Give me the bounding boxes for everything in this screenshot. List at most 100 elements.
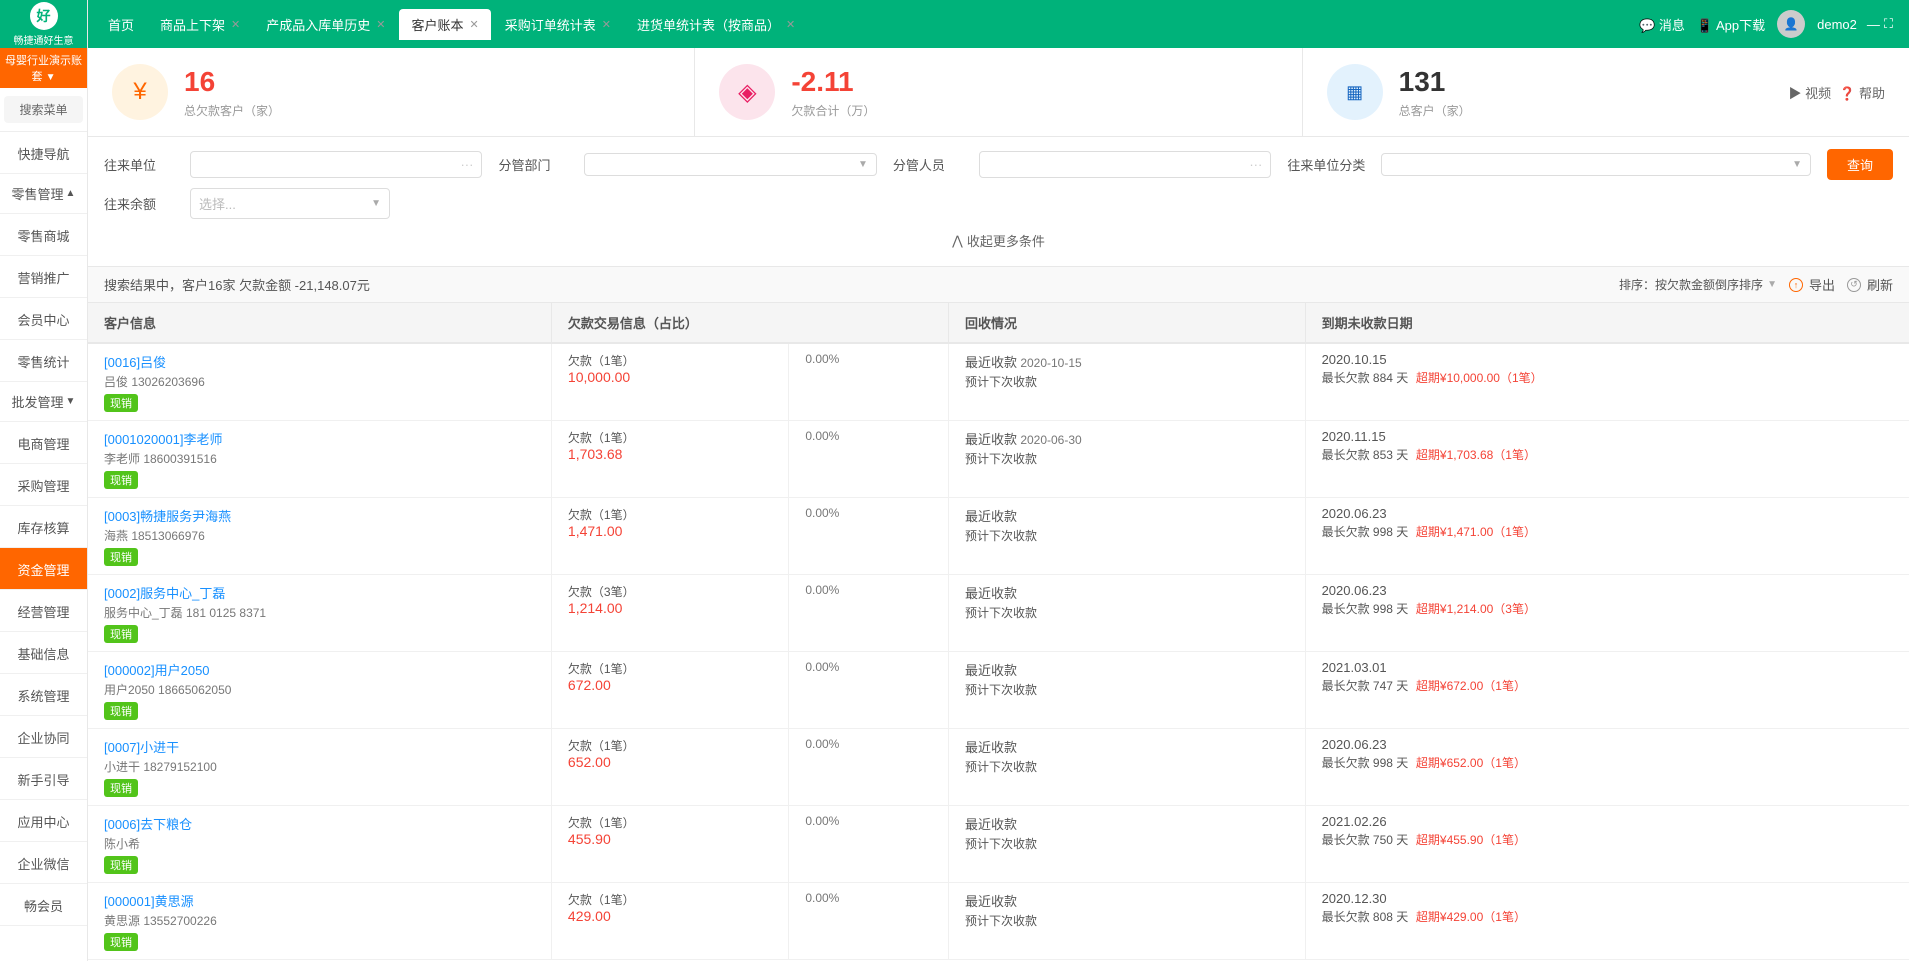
tab-warehouse-history[interactable]: 产成品入库单历史 ✕ <box>254 9 397 40</box>
table-row: [0003]畅捷服务尹海燕 海燕 18513066976 现销 欠款（1笔） 1… <box>88 498 1909 575</box>
sidebar-item-inventory[interactable]: 库存核算 <box>0 506 87 548</box>
refresh-btn[interactable]: ↺ 刷新 <box>1847 275 1893 294</box>
due-date-6: 2021.02.26 <box>1322 814 1893 829</box>
next-collection-2: 预计下次收款 <box>965 527 1289 544</box>
filter-classify-arrow: ▼ <box>1792 159 1802 170</box>
sidebar-item-wechat[interactable]: 企业微信 <box>0 842 87 884</box>
filter-label-classify: 往来单位分类 <box>1287 155 1365 174</box>
search-menu-area[interactable]: 搜索菜单 <box>0 88 87 132</box>
sidebar-item-retail-stats[interactable]: 零售统计 <box>0 340 87 382</box>
debt-amount-3[interactable]: 1,214.00 <box>568 600 772 616</box>
cell-debt-1: 欠款（1笔） 1,703.68 <box>551 421 788 498</box>
customer-name-link-2[interactable]: [0003]畅捷服务尹海燕 <box>104 506 535 525</box>
search-menu-button[interactable]: 搜索菜单 <box>4 96 83 123</box>
tab-close-3[interactable]: ✕ <box>470 18 479 31</box>
tab-product-listing[interactable]: 商品上下架 ✕ <box>148 9 252 40</box>
sidebar-item-appcenter[interactable]: 应用中心 <box>0 800 87 842</box>
customer-tag-5: 现销 <box>104 779 138 797</box>
debt-amount-7[interactable]: 429.00 <box>568 908 772 924</box>
tab-customer-account[interactable]: 客户账本 ✕ <box>399 9 490 40</box>
stat-icon-customers: ¥ <box>112 64 168 120</box>
debt-amount-0[interactable]: 10,000.00 <box>568 369 772 385</box>
customer-name-link-3[interactable]: [0002]服务中心_丁磊 <box>104 583 535 602</box>
cell-due-6: 2021.02.26 最长欠款 750 天 超期¥455.90（1笔） <box>1305 806 1909 883</box>
sidebar-item-retail-mall[interactable]: 零售商城 <box>0 214 87 256</box>
overdue-amount-7[interactable]: 超期¥429.00（1笔） <box>1416 910 1526 924</box>
tab-close-1[interactable]: ✕ <box>231 18 240 31</box>
tab-purchase-order-stats[interactable]: 采购订单统计表 ✕ <box>493 9 623 40</box>
filter-select-dept[interactable]: ▼ <box>584 153 876 176</box>
stat-value-amount: -2.11 <box>791 66 875 98</box>
help-btn[interactable]: ❓ 帮助 <box>1839 83 1885 102</box>
sidebar-item-membership[interactable]: 会员中心 <box>0 298 87 340</box>
video-btn[interactable]: ▶ 视频 <box>1789 83 1832 102</box>
overdue-amount-0[interactable]: 超期¥10,000.00（1笔） <box>1416 371 1543 385</box>
tab-close-2[interactable]: ✕ <box>376 18 385 31</box>
cell-collection-6: 最近收款 预计下次收款 <box>948 806 1305 883</box>
sidebar-item-retail-mgmt[interactable]: 零售管理▲ <box>0 174 87 214</box>
collapse-row[interactable]: ⋀ 收起更多条件 <box>104 227 1893 254</box>
debt-count-0: 欠款（1笔） <box>568 352 772 369</box>
user-name[interactable]: demo2 <box>1817 17 1857 32</box>
overdue-amount-2[interactable]: 超期¥1,471.00（1笔） <box>1416 525 1536 539</box>
overdue-amount-6[interactable]: 超期¥455.90（1笔） <box>1416 833 1526 847</box>
tab-home[interactable]: 首页 <box>96 9 146 40</box>
sidebar-item-marketing[interactable]: 营销推广 <box>0 256 87 298</box>
refresh-icon: ↺ <box>1847 278 1861 292</box>
cell-customer-7: [000001]黄思源 黄思源 13552700226 现销 <box>88 883 551 960</box>
customer-tag-0: 现销 <box>104 394 138 412</box>
customer-name-link-5[interactable]: [0007]小进干 <box>104 737 535 756</box>
customer-name-link-0[interactable]: [0016]吕俊 <box>104 352 535 371</box>
app-download-btn[interactable]: 📱 App下载 <box>1697 15 1765 34</box>
debt-amount-2[interactable]: 1,471.00 <box>568 523 772 539</box>
customer-name-link-7[interactable]: [000001]黄思源 <box>104 891 535 910</box>
tab-close-4[interactable]: ✕ <box>602 18 611 31</box>
table-container: 客户信息 欠款交易信息（占比） 回收情况 到期未收款日期 [0016]吕俊 吕俊… <box>88 303 1909 961</box>
sidebar-item-newguide[interactable]: 新手引导 <box>0 758 87 800</box>
search-button[interactable]: 查询 <box>1827 149 1893 180</box>
customer-name-link-6[interactable]: [0006]去下粮仓 <box>104 814 535 833</box>
sidebar-item-finance[interactable]: 资金管理 <box>0 548 87 590</box>
message-btn[interactable]: 💬 消息 <box>1639 15 1685 34</box>
overdue-amount-5[interactable]: 超期¥652.00（1笔） <box>1416 756 1526 770</box>
overdue-amount-3[interactable]: 超期¥1,214.00（3笔） <box>1416 602 1536 616</box>
sidebar-item-system[interactable]: 系统管理 <box>0 674 87 716</box>
sidebar-item-wholesale[interactable]: 批发管理▼ <box>0 382 87 422</box>
tab-close-5[interactable]: ✕ <box>786 18 795 31</box>
minimize-btn[interactable]: — <box>1867 17 1880 32</box>
sidebar-item-member[interactable]: 畅会员 <box>0 884 87 926</box>
overdue-info-3: 最长欠款 998 天 超期¥1,214.00（3笔） <box>1322 600 1893 617</box>
debt-amount-1[interactable]: 1,703.68 <box>568 446 772 462</box>
sort-arrow-icon: ▼ <box>1767 279 1777 290</box>
debt-amount-4[interactable]: 672.00 <box>568 677 772 693</box>
customer-name-link-1[interactable]: [0001020001]李老师 <box>104 429 535 448</box>
sidebar-item-quicknav[interactable]: 快捷导航 <box>0 132 87 174</box>
export-btn[interactable]: ↑ 导出 <box>1789 275 1835 294</box>
result-actions: 排序：按欠款金额倒序排序 ▼ ↑ 导出 ↺ 刷新 <box>1619 275 1893 294</box>
tab-goods-stats[interactable]: 进货单统计表（按商品） ✕ <box>625 9 807 40</box>
filter-input-unit[interactable]: ··· <box>190 151 482 178</box>
sidebar-item-purchase[interactable]: 采购管理 <box>0 464 87 506</box>
cell-customer-1: [0001020001]李老师 李老师 18600391516 现销 <box>88 421 551 498</box>
sidebar-item-basics[interactable]: 基础信息 <box>0 632 87 674</box>
table-body: [0016]吕俊 吕俊 13026203696 现销 欠款（1笔） 10,000… <box>88 343 1909 960</box>
filter-select-balance[interactable]: 选择... ▼ <box>190 188 390 219</box>
sidebar-item-ecommerce[interactable]: 电商管理 <box>0 422 87 464</box>
customer-phone-7: 黄思源 13552700226 <box>104 912 535 929</box>
filter-label-unit: 往来单位 <box>104 155 174 174</box>
cell-due-5: 2020.06.23 最长欠款 998 天 超期¥652.00（1笔） <box>1305 729 1909 806</box>
overdue-amount-4[interactable]: 超期¥672.00（1笔） <box>1416 679 1526 693</box>
sort-control[interactable]: 排序：按欠款金额倒序排序 ▼ <box>1619 276 1777 293</box>
filter-select-classify[interactable]: ▼ <box>1381 153 1811 176</box>
debt-amount-6[interactable]: 455.90 <box>568 831 772 847</box>
overdue-days-1: 最长欠款 853 天 <box>1322 448 1409 462</box>
debt-amount-5[interactable]: 652.00 <box>568 754 772 770</box>
sidebar-item-operations[interactable]: 经营管理 <box>0 590 87 632</box>
user-avatar[interactable]: 👤 <box>1777 10 1805 38</box>
overdue-amount-1[interactable]: 超期¥1,703.68（1笔） <box>1416 448 1536 462</box>
cell-due-0: 2020.10.15 最长欠款 884 天 超期¥10,000.00（1笔） <box>1305 343 1909 421</box>
filter-input-manager[interactable]: ··· <box>979 151 1271 178</box>
customer-name-link-4[interactable]: [000002]用户2050 <box>104 660 535 679</box>
maximize-btn[interactable]: ⛶ <box>1884 16 1893 32</box>
sidebar-item-collab[interactable]: 企业协同 <box>0 716 87 758</box>
